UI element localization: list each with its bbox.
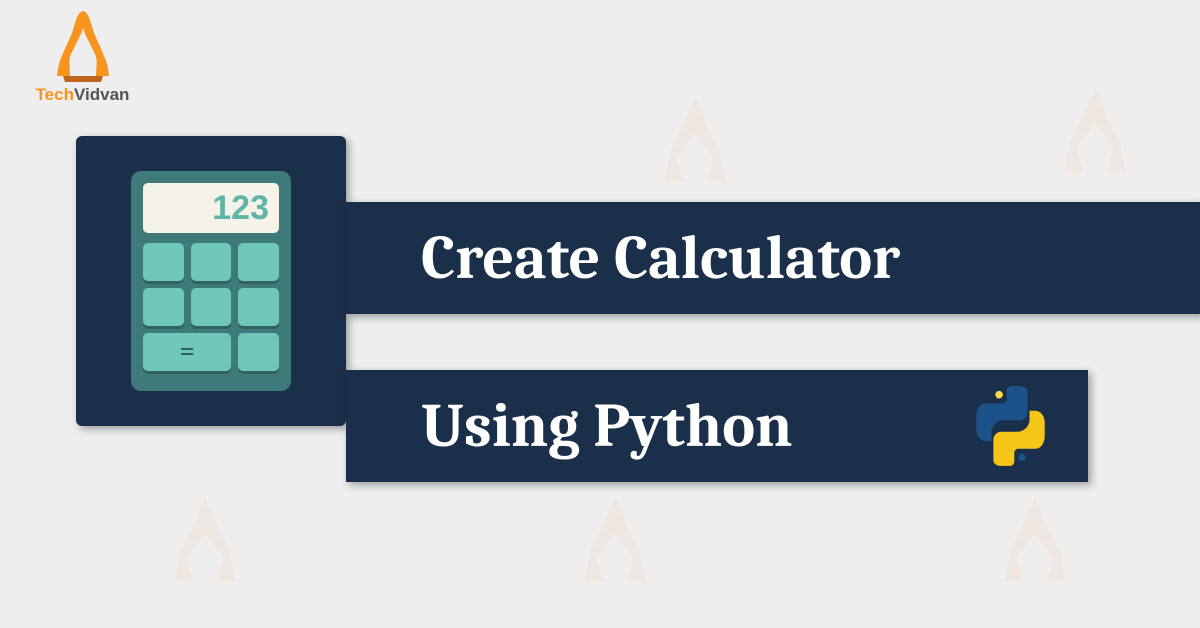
watermark-logo-icon	[1050, 80, 1140, 190]
calculator-display-value: 123	[212, 189, 269, 228]
calculator-key	[191, 243, 232, 281]
calculator-key	[238, 288, 279, 326]
python-logo-icon	[963, 379, 1058, 474]
watermark-logo-icon	[160, 490, 250, 600]
watermark-logo-icon	[570, 490, 660, 600]
title-banner-2: Using Python	[346, 370, 1088, 482]
brand-logo-icon	[48, 8, 118, 83]
equals-symbol: =	[180, 337, 195, 367]
calculator-key	[191, 288, 232, 326]
watermark-logo-icon	[650, 90, 740, 200]
brand-logo: TechVidvan	[25, 8, 140, 113]
watermark-logo-icon	[990, 490, 1080, 600]
calculator-key	[238, 333, 279, 371]
calculator-icon: 123 =	[131, 171, 291, 391]
calculator-equals-key: =	[143, 333, 231, 371]
title-banner-1: Create Calculator	[346, 202, 1200, 314]
title-text-line2: Using Python	[421, 390, 793, 462]
title-text-line1: Create Calculator	[421, 222, 900, 294]
calculator-tile: 123 =	[76, 136, 346, 426]
calculator-key	[143, 288, 184, 326]
calculator-keypad: =	[143, 243, 279, 371]
calculator-display: 123	[143, 183, 279, 233]
calculator-key	[143, 243, 184, 281]
calculator-key	[238, 243, 279, 281]
brand-logo-text: TechVidvan	[25, 85, 140, 105]
